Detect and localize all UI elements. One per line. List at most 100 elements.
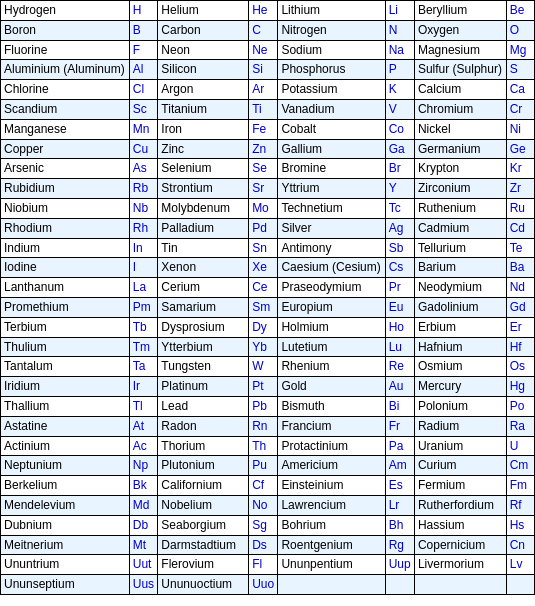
element-symbol: Bk	[129, 476, 158, 496]
element-name: Gadolinium	[414, 297, 506, 317]
element-name: Scandium	[1, 99, 130, 119]
table-row: ManganeseMnIronFeCobaltCoNickelNi	[1, 119, 535, 139]
element-symbol: Rg	[385, 535, 414, 555]
element-name: Rhenium	[278, 357, 385, 377]
element-symbol: Nb	[129, 198, 158, 218]
element-name: Boron	[1, 20, 130, 40]
element-name: Praseodymium	[278, 278, 385, 298]
element-name: Magnesium	[414, 40, 506, 60]
element-symbol: Zn	[249, 139, 278, 159]
element-symbol: Zr	[506, 179, 534, 199]
element-symbol: Uup	[385, 555, 414, 575]
element-name: Actinium	[1, 436, 130, 456]
element-symbol: Eu	[385, 297, 414, 317]
element-name: Iridium	[1, 377, 130, 397]
table-row: TantalumTaTungstenWRheniumReOsmiumOs	[1, 357, 535, 377]
element-symbol: Ag	[385, 218, 414, 238]
element-name: Hafnium	[414, 337, 506, 357]
element-name: Thallium	[1, 396, 130, 416]
element-symbol: He	[249, 1, 278, 21]
element-symbol: Ac	[129, 436, 158, 456]
element-name	[278, 575, 385, 595]
element-name: Iron	[158, 119, 249, 139]
element-symbol: Am	[385, 456, 414, 476]
element-name: Gold	[278, 377, 385, 397]
element-symbol	[506, 575, 534, 595]
element-name: Cadmium	[414, 218, 506, 238]
element-symbol: Po	[506, 396, 534, 416]
element-symbol: S	[506, 60, 534, 80]
element-name: Ytterbium	[158, 337, 249, 357]
element-symbol: H	[129, 1, 158, 21]
element-symbol: Uut	[129, 555, 158, 575]
element-name: Rhodium	[1, 218, 130, 238]
element-name: Mendelevium	[1, 495, 130, 515]
element-symbol: Ca	[506, 80, 534, 100]
element-symbol: Lr	[385, 495, 414, 515]
element-symbol: Mn	[129, 119, 158, 139]
element-symbol: Ho	[385, 317, 414, 337]
element-symbol: Be	[506, 1, 534, 21]
element-name: Barium	[414, 258, 506, 278]
element-symbol: Db	[129, 515, 158, 535]
element-symbol: Pt	[249, 377, 278, 397]
element-name: Ununuoctium	[158, 575, 249, 595]
element-symbol: Es	[385, 476, 414, 496]
element-name: Manganese	[1, 119, 130, 139]
element-name: Zinc	[158, 139, 249, 159]
element-name: Flerovium	[158, 555, 249, 575]
element-name: Silver	[278, 218, 385, 238]
element-symbol: Ru	[506, 198, 534, 218]
element-symbol: V	[385, 99, 414, 119]
element-symbol: Lv	[506, 555, 534, 575]
element-name: Zirconium	[414, 179, 506, 199]
element-name: Iodine	[1, 258, 130, 278]
element-symbol: Th	[249, 436, 278, 456]
element-symbol: Ga	[385, 139, 414, 159]
element-name: Lawrencium	[278, 495, 385, 515]
element-symbol: C	[249, 20, 278, 40]
element-symbol: Ce	[249, 278, 278, 298]
element-symbol: Pr	[385, 278, 414, 298]
element-symbol: Dy	[249, 317, 278, 337]
element-symbol: Cd	[506, 218, 534, 238]
element-name: Xenon	[158, 258, 249, 278]
element-symbol: Hf	[506, 337, 534, 357]
element-symbol: F	[129, 40, 158, 60]
element-name: Bromine	[278, 159, 385, 179]
element-name: Germanium	[414, 139, 506, 159]
element-name: Chromium	[414, 99, 506, 119]
element-name: Protactinium	[278, 436, 385, 456]
element-symbol: N	[385, 20, 414, 40]
element-name: Terbium	[1, 317, 130, 337]
element-name: Copernicium	[414, 535, 506, 555]
element-symbol: Te	[506, 238, 534, 258]
element-symbol: Sb	[385, 238, 414, 258]
element-name: Francium	[278, 416, 385, 436]
element-name: Strontium	[158, 179, 249, 199]
table-row: IndiumInTinSnAntimonySbTelluriumTe	[1, 238, 535, 258]
element-symbol: Ni	[506, 119, 534, 139]
element-name: Selenium	[158, 159, 249, 179]
element-name: Promethium	[1, 297, 130, 317]
element-name: Caesium (Cesium)	[278, 258, 385, 278]
element-symbol: Cl	[129, 80, 158, 100]
element-name: Nickel	[414, 119, 506, 139]
table-row: UnuntriumUutFleroviumFlUnunpentiumUupLiv…	[1, 555, 535, 575]
element-symbol: Na	[385, 40, 414, 60]
element-name: Cerium	[158, 278, 249, 298]
element-symbol: Np	[129, 456, 158, 476]
element-name: Lithium	[278, 1, 385, 21]
element-name: Krypton	[414, 159, 506, 179]
element-symbol: Cm	[506, 456, 534, 476]
table-row: ChlorineClArgonArPotassiumKCalciumCa	[1, 80, 535, 100]
element-name: Arsenic	[1, 159, 130, 179]
element-symbol: Tm	[129, 337, 158, 357]
element-name: Lutetium	[278, 337, 385, 357]
element-symbol: Hs	[506, 515, 534, 535]
element-symbol: U	[506, 436, 534, 456]
element-symbol: Fr	[385, 416, 414, 436]
table-row: NiobiumNbMolybdenumMoTechnetiumTcRutheni…	[1, 198, 535, 218]
element-symbol: Li	[385, 1, 414, 21]
element-symbol: Ra	[506, 416, 534, 436]
